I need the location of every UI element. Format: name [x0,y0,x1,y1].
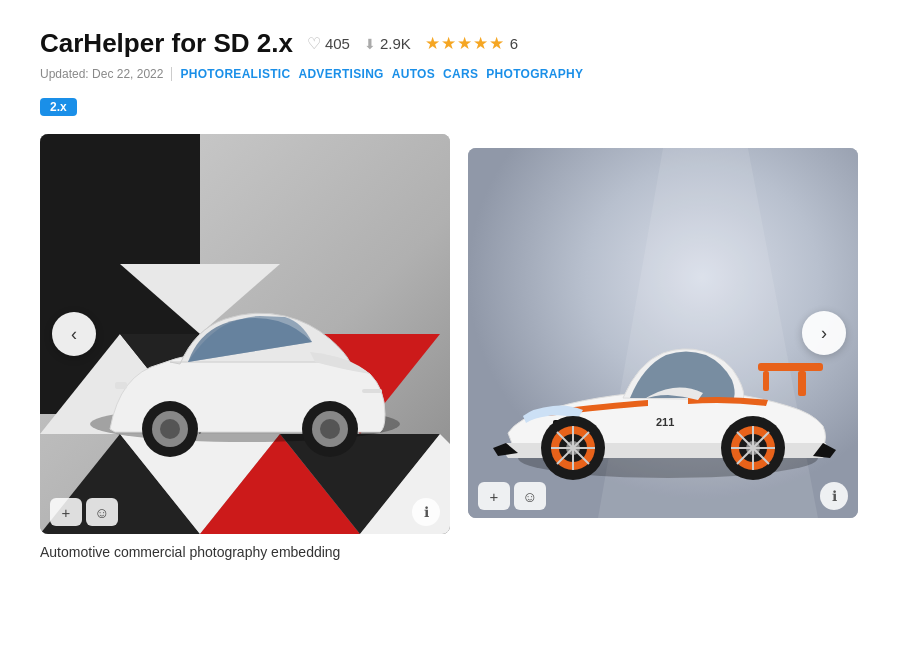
emoji-button-right[interactable]: ☺ [514,482,546,510]
svg-point-16 [160,419,180,439]
plus-icon-right: + [490,488,499,505]
svg-rect-20 [115,382,127,389]
right-car-svg: 211 [468,148,858,518]
downloads-count: 2.9K [380,35,411,52]
left-action-btns: + ☺ [50,498,118,526]
version-badge: 2.x [40,98,77,116]
likes-group: ♡ 405 [307,34,350,53]
add-button-right[interactable]: + [478,482,510,510]
right-image-bottom-bar: + ☺ ℹ [468,474,858,518]
emoji-icon-right: ☺ [522,488,537,505]
svg-rect-26 [763,371,769,391]
image-caption: Automotive commercial photography embedd… [40,544,450,560]
next-icon: › [821,323,827,344]
stars: ★ ★ ★ ★ ★ [425,33,504,54]
images-section: ‹ + ☺ ℹ Automotive commercial photograph… [40,134,880,560]
tag-autos[interactable]: AUTOS [392,67,435,81]
tag-divider [171,67,172,81]
tag-photography[interactable]: PHOTOGRAPHY [486,67,583,81]
likes-count: 405 [325,35,350,52]
info-button-right[interactable]: ℹ [820,482,848,510]
download-icon: ⬇ [364,36,376,52]
prev-arrow[interactable]: ‹ [52,312,96,356]
tags-row: Updated: Dec 22, 2022 PHOTOREALISTIC ADV… [40,67,880,81]
svg-point-19 [320,419,340,439]
next-arrow[interactable]: › [802,311,846,355]
svg-rect-24 [758,363,823,371]
star-4: ★ [473,33,488,54]
star-3: ★ [457,33,472,54]
updated-label: Updated: Dec 22, 2022 [40,67,163,81]
add-button-left[interactable]: + [50,498,82,526]
right-action-btns: + ☺ [478,482,546,510]
tag-cars[interactable]: CARS [443,67,478,81]
svg-text:211: 211 [656,416,674,428]
left-image-bottom-bar: + ☺ ℹ [40,490,450,534]
tag-photorealistic[interactable]: PHOTOREALISTIC [180,67,290,81]
heart-icon: ♡ [307,34,321,53]
plus-icon-left: + [62,504,71,521]
rating-group: ★ ★ ★ ★ ★ 6 [425,33,518,54]
emoji-icon-left: ☺ [94,504,109,521]
svg-rect-21 [362,389,382,393]
info-button-left[interactable]: ℹ [412,498,440,526]
star-5: ★ [489,33,504,54]
downloads-group: ⬇ 2.9K [364,35,411,52]
info-icon-right: ℹ [832,488,837,504]
tag-advertising[interactable]: ADVERTISING [298,67,383,81]
emoji-button-left[interactable]: ☺ [86,498,118,526]
star-2: ★ [441,33,456,54]
page-title: CarHelper for SD 2.x [40,28,293,59]
left-car-svg [40,134,450,534]
rating-count: 6 [510,35,518,52]
image-card-left: ‹ + ☺ ℹ [40,134,450,534]
prev-icon: ‹ [71,324,77,345]
star-1: ★ [425,33,440,54]
info-icon-left: ℹ [424,504,429,520]
svg-rect-25 [798,371,806,396]
image-card-right: 211 › + ☺ ℹ [468,148,858,518]
